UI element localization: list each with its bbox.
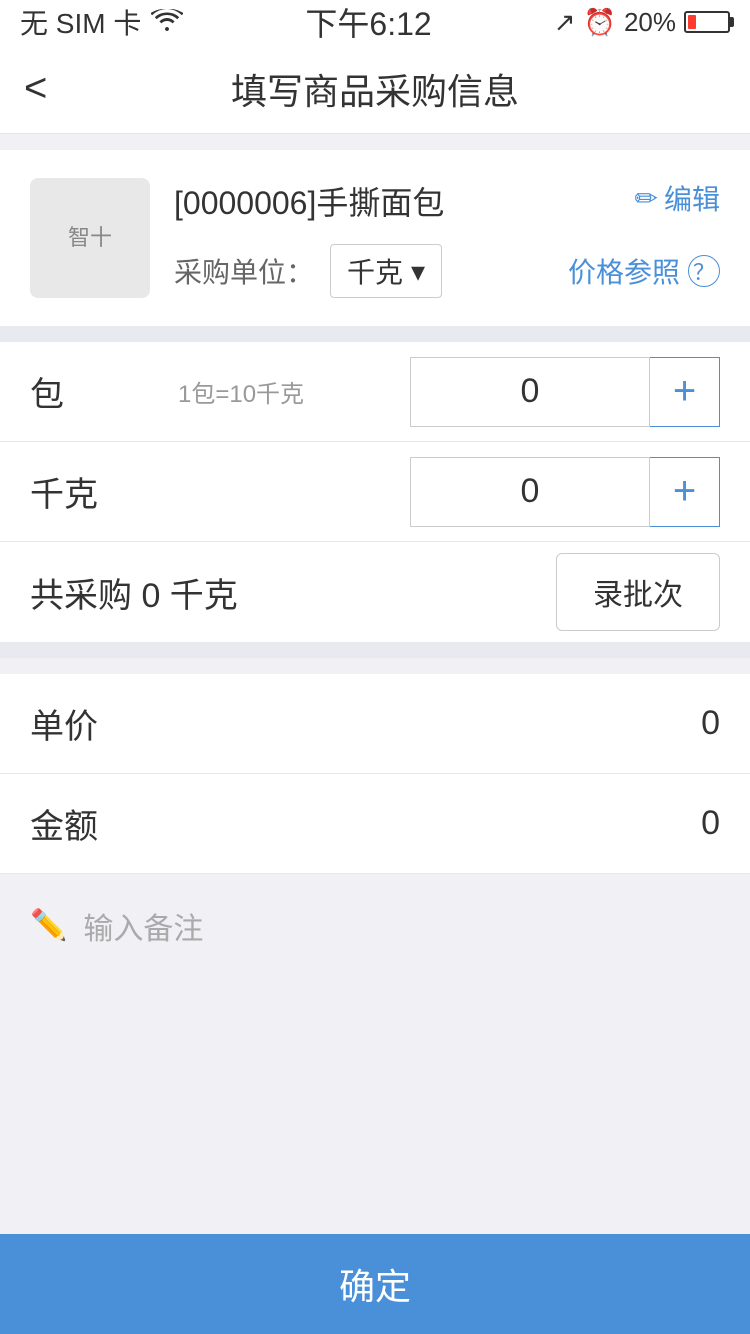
unit-prefix-label: 采购单位：	[174, 251, 314, 291]
total-purchase-text: 共采购 0 千克	[30, 568, 238, 617]
bag-plus-button[interactable]: +	[650, 357, 720, 427]
product-info: [0000006]手撕面包 ✏ 编辑 采购单位： 千克 ▾ 价格参照 ？	[174, 178, 720, 298]
bag-quantity-input[interactable]	[410, 357, 650, 427]
bottom-spacer	[0, 994, 750, 1194]
back-button[interactable]: <	[24, 66, 47, 111]
remark-section[interactable]: ✏️ 输入备注	[0, 874, 750, 994]
unit-price-value: 0	[701, 704, 720, 743]
edit-button[interactable]: ✏ 编辑	[635, 178, 720, 218]
page-title: 填写商品采购信息	[231, 63, 519, 115]
bag-label: 包	[30, 367, 170, 416]
product-thumbnail: 智十	[30, 178, 150, 298]
no-sim-label: 无 SIM 卡	[20, 2, 141, 42]
pencil-icon: ✏️	[30, 908, 67, 943]
kg-input-wrap: +	[410, 457, 720, 527]
edit-label: 编辑	[664, 178, 720, 218]
unit-select-dropdown[interactable]: 千克 ▾	[330, 244, 442, 298]
total-row: 共采购 0 千克 录批次	[0, 542, 750, 642]
price-ref-label: 价格参照	[568, 251, 680, 291]
amount-row: 金额 0	[0, 774, 750, 874]
price-reference-button[interactable]: 价格参照 ？	[568, 251, 720, 291]
status-right: ↗ ⏰ 20%	[554, 7, 730, 38]
kg-quantity-input[interactable]	[410, 457, 650, 527]
unit-price-row: 单价 0	[0, 674, 750, 774]
help-icon: ？	[688, 255, 720, 287]
product-name: [0000006]手撕面包	[174, 178, 444, 224]
kg-label: 千克	[30, 467, 170, 516]
battery-icon	[684, 11, 730, 33]
confirm-button[interactable]: 确定	[0, 1234, 750, 1334]
amount-value: 0	[701, 804, 720, 843]
alarm-icon: ⏰	[584, 7, 616, 38]
section-separator-2	[0, 642, 750, 658]
wifi-icon	[151, 6, 183, 38]
price-section: 单价 0 金额 0	[0, 674, 750, 874]
product-unit-row: 采购单位： 千克 ▾ 价格参照 ？	[174, 244, 720, 298]
unit-value: 千克	[347, 251, 403, 291]
bag-input-wrap: +	[410, 357, 720, 427]
status-bar: 无 SIM 卡 下午6:12 ↗ ⏰ 20%	[0, 0, 750, 44]
section-separator-1	[0, 326, 750, 342]
product-card: 智十 [0000006]手撕面包 ✏ 编辑 采购单位： 千克 ▾ 价格参照 ？	[0, 150, 750, 326]
location-icon: ↗	[554, 7, 576, 38]
unit-price-label: 单价	[30, 699, 98, 748]
status-left: 无 SIM 卡	[20, 2, 183, 42]
product-name-row: [0000006]手撕面包 ✏ 编辑	[174, 178, 720, 224]
edit-icon: ✏	[635, 182, 658, 215]
record-batch-button[interactable]: 录批次	[556, 553, 720, 631]
kg-plus-button[interactable]: +	[650, 457, 720, 527]
nav-bar: < 填写商品采购信息	[0, 44, 750, 134]
bag-sublabel: 1包=10千克	[178, 374, 304, 409]
kg-input-row: 千克 +	[0, 442, 750, 542]
bag-input-row: 包 1包=10千克 +	[0, 342, 750, 442]
status-time: 下午6:12	[305, 0, 431, 45]
battery-percent: 20%	[624, 7, 676, 38]
amount-label: 金额	[30, 799, 98, 848]
dropdown-arrow-icon: ▾	[411, 255, 425, 288]
thumbnail-text: 智十	[68, 225, 112, 251]
remark-placeholder: 输入备注	[83, 904, 203, 948]
input-section: 包 1包=10千克 + 千克 +	[0, 342, 750, 542]
